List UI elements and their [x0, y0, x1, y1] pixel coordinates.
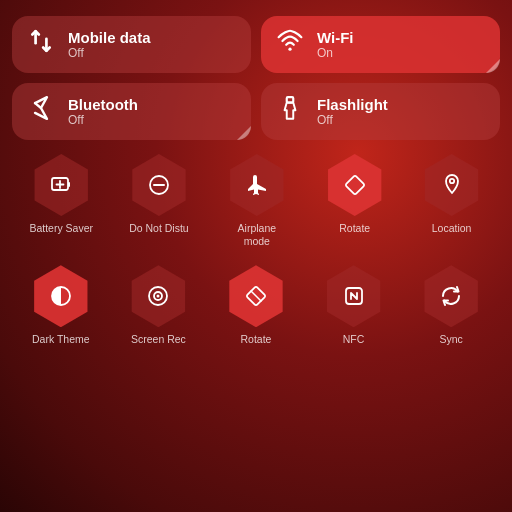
- flashlight-title: Flashlight: [317, 96, 388, 113]
- rotate2-btn[interactable]: [225, 265, 287, 327]
- screen-rec-label: Screen Rec: [131, 333, 186, 346]
- screen-rec-btn[interactable]: [127, 265, 189, 327]
- second-row: Bluetooth Off Flashlight Off: [12, 83, 500, 140]
- battery-saver-icon: [49, 173, 73, 197]
- wifi-title: Wi-Fi: [317, 29, 354, 46]
- screen-rec-item[interactable]: Screen Rec: [127, 265, 189, 346]
- nfc-label: NFC: [343, 333, 365, 346]
- svg-rect-9: [345, 175, 365, 195]
- location-label: Location: [432, 222, 472, 235]
- airplane-mode-label: Airplane mode: [225, 222, 289, 247]
- svg-point-0: [288, 48, 291, 51]
- wifi-icon: [275, 28, 305, 61]
- battery-saver-label: Battery Saver: [29, 222, 93, 235]
- dark-theme-icon: [49, 284, 73, 308]
- bluetooth-subtitle: Off: [68, 113, 138, 127]
- airplane-icon: [245, 173, 269, 197]
- rotate2-icon: [244, 284, 268, 308]
- wifi-tile[interactable]: Wi-Fi On: [261, 16, 500, 73]
- sync-label: Sync: [440, 333, 463, 346]
- nfc-btn[interactable]: [323, 265, 385, 327]
- arrows-icon: [28, 28, 54, 54]
- bluetooth-text: Bluetooth Off: [68, 96, 138, 127]
- dark-theme-btn[interactable]: [30, 265, 92, 327]
- torch-icon: [277, 95, 303, 121]
- flashlight-tile[interactable]: Flashlight Off: [261, 83, 500, 140]
- rotate-item[interactable]: Rotate: [324, 154, 386, 235]
- airplane-mode-btn[interactable]: [226, 154, 288, 216]
- location-btn[interactable]: [421, 154, 483, 216]
- rotate-label: Rotate: [339, 222, 370, 235]
- dark-theme-label: Dark Theme: [32, 333, 90, 346]
- svg-line-16: [251, 291, 261, 301]
- svg-rect-4: [68, 182, 70, 187]
- rotate-btn[interactable]: [324, 154, 386, 216]
- sync-icon: [439, 284, 463, 308]
- location-icon: [440, 173, 464, 197]
- wifi-text: Wi-Fi On: [317, 29, 354, 60]
- rotate2-label: Rotate: [241, 333, 272, 346]
- flashlight-text: Flashlight Off: [317, 96, 388, 127]
- bluetooth-signal-icon: [28, 95, 54, 121]
- wifi-subtitle: On: [317, 46, 354, 60]
- bluetooth-title: Bluetooth: [68, 96, 138, 113]
- sync-item[interactable]: Sync: [420, 265, 482, 346]
- sync-btn[interactable]: [420, 265, 482, 327]
- rotate2-item[interactable]: Rotate: [225, 265, 287, 346]
- bluetooth-icon: [26, 95, 56, 128]
- flashlight-icon: [275, 95, 305, 128]
- top-row: Mobile data Off Wi-Fi On: [12, 16, 500, 73]
- control-panel: Mobile data Off Wi-Fi On: [0, 0, 512, 358]
- battery-saver-btn[interactable]: [30, 154, 92, 216]
- svg-point-14: [157, 295, 160, 298]
- dark-theme-item[interactable]: Dark Theme: [30, 265, 92, 346]
- mobile-data-tile[interactable]: Mobile data Off: [12, 16, 251, 73]
- do-not-disturb-item[interactable]: Do Not Distu: [128, 154, 190, 235]
- flashlight-subtitle: Off: [317, 113, 388, 127]
- do-not-disturb-label: Do Not Distu: [129, 222, 189, 235]
- location-item[interactable]: Location: [421, 154, 483, 235]
- rotate-icon: [343, 173, 367, 197]
- nfc-icon: [342, 284, 366, 308]
- battery-saver-item[interactable]: Battery Saver: [29, 154, 93, 235]
- svg-point-10: [449, 179, 453, 183]
- quick-row-2: Dark Theme Screen Rec Rotate: [12, 261, 500, 350]
- mobile-data-icon: [26, 28, 56, 61]
- mobile-data-title: Mobile data: [68, 29, 151, 46]
- bluetooth-tile[interactable]: Bluetooth Off: [12, 83, 251, 140]
- quick-row-1: Battery Saver Do Not Distu Airplane mode: [12, 150, 500, 251]
- nfc-item[interactable]: NFC: [323, 265, 385, 346]
- do-not-disturb-btn[interactable]: [128, 154, 190, 216]
- svg-line-1: [35, 103, 41, 108]
- mobile-data-text: Mobile data Off: [68, 29, 151, 60]
- mobile-data-subtitle: Off: [68, 46, 151, 60]
- screen-rec-icon: [146, 284, 170, 308]
- airplane-mode-item[interactable]: Airplane mode: [225, 154, 289, 247]
- wifi-signal-icon: [277, 28, 303, 54]
- dnd-icon: [147, 173, 171, 197]
